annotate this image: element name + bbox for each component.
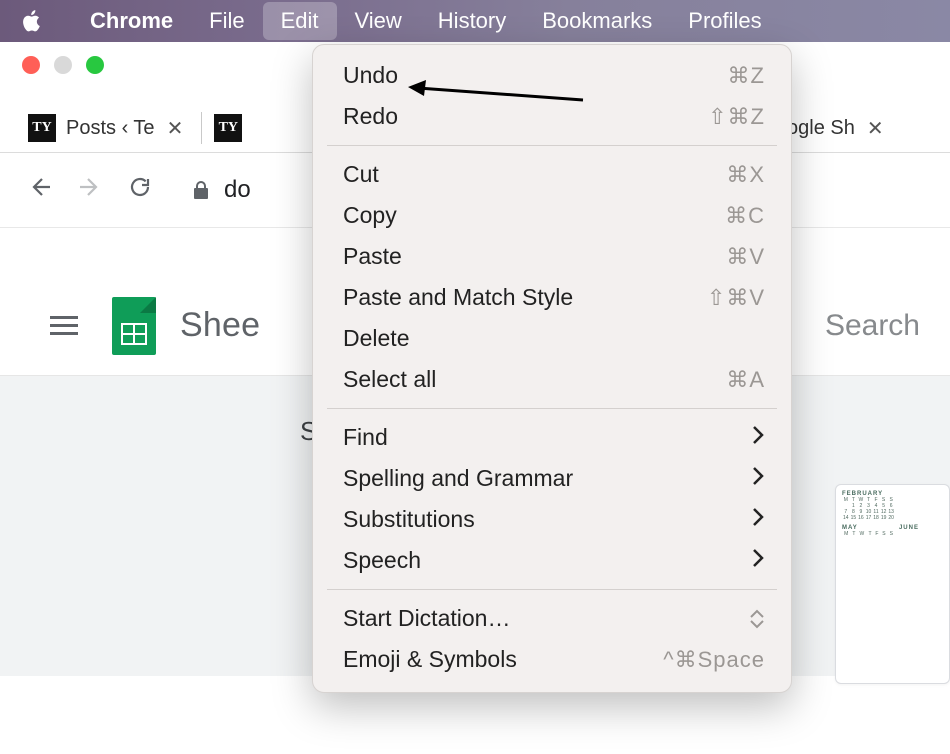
menubar-history[interactable]: History [420,2,524,40]
apple-icon[interactable] [20,8,42,34]
menu-delete[interactable]: Delete [313,318,791,359]
tab-divider [201,112,202,144]
menu-emoji-symbols[interactable]: Emoji & Symbols ^⌘Space [313,639,791,680]
menu-item-label: Undo [343,62,398,89]
menu-item-label: Emoji & Symbols [343,646,517,673]
menu-cut[interactable]: Cut ⌘X [313,154,791,195]
menu-substitutions[interactable]: Substitutions [313,499,791,540]
menu-item-shortcut: ⇧⌘Z [708,104,765,130]
tab-close-icon[interactable]: ✕ [867,116,884,141]
menu-item-shortcut: ⌘X [726,162,765,188]
hamburger-icon[interactable] [50,316,78,335]
menu-item-shortcut: ⌘V [726,244,765,270]
menu-speech[interactable]: Speech [313,540,791,581]
chevron-right-icon [751,506,765,533]
menubar-view[interactable]: View [337,2,420,40]
menubar-edit[interactable]: Edit [263,2,337,40]
menu-select-all[interactable]: Select all ⌘A [313,359,791,400]
menu-item-label: Select all [343,366,436,393]
window-minimize-button[interactable] [54,56,72,74]
menu-paste-match-style[interactable]: Paste and Match Style ⇧⌘V [313,277,791,318]
menu-undo[interactable]: Undo ⌘Z [313,55,791,96]
menu-item-shortcut: ⇧⌘V [707,285,765,311]
menubar-app-name[interactable]: Chrome [72,2,191,40]
sheets-logo-icon[interactable] [112,297,156,355]
menu-start-dictation[interactable]: Start Dictation… [313,598,791,639]
menu-separator [327,408,777,409]
lock-icon [192,180,210,200]
reload-button[interactable] [128,175,152,205]
chevron-right-icon [751,465,765,492]
menu-find[interactable]: Find [313,417,791,458]
menu-item-label: Substitutions [343,506,475,533]
tab-close-icon[interactable]: ✕ [167,116,184,141]
menu-item-label: Cut [343,161,379,188]
forward-button[interactable] [78,175,102,205]
mac-menubar: Chrome File Edit View History Bookmarks … [0,0,950,42]
site-security[interactable]: do [192,176,251,204]
menubar-profiles[interactable]: Profiles [670,2,779,40]
menu-item-label: Paste [343,243,402,270]
menu-item-label: Spelling and Grammar [343,465,573,492]
menubar-bookmarks[interactable]: Bookmarks [524,2,670,40]
edit-dropdown-menu: Undo ⌘Z Redo ⇧⌘Z Cut ⌘X Copy ⌘C Paste ⌘V… [312,44,792,693]
window-close-button[interactable] [22,56,40,74]
search-label[interactable]: Search [825,309,920,343]
window-zoom-button[interactable] [86,56,104,74]
tab-title: Posts ‹ Te [66,117,155,140]
browser-tab-2[interactable]: TY [208,104,254,152]
app-title: Shee [180,306,260,345]
favicon-ty-icon: TY [28,114,56,142]
chevron-right-icon [751,424,765,451]
menu-copy[interactable]: Copy ⌘C [313,195,791,236]
menu-item-shortcut: ⌘C [725,203,765,229]
menu-item-shortcut: ⌘A [726,367,765,393]
menu-item-label: Redo [343,103,398,130]
chevron-right-icon [751,547,765,574]
template-thumbnail[interactable]: FEBRUARY MTWTFSS 123456 78910111213 1415… [835,484,950,684]
menu-item-label: Start Dictation… [343,605,510,632]
menu-item-label: Speech [343,547,421,574]
menu-item-shortcut: ^⌘Space [663,647,765,673]
favicon-ty-icon: TY [214,114,242,142]
menu-item-label: Delete [343,325,409,352]
back-button[interactable] [28,175,52,205]
menu-item-shortcut: ⌘Z [728,63,765,89]
menu-item-label: Find [343,424,388,451]
url-text[interactable]: do [224,176,251,204]
menu-separator [327,145,777,146]
menubar-file[interactable]: File [191,2,262,40]
menu-item-label: Paste and Match Style [343,284,573,311]
menu-item-label: Copy [343,202,397,229]
menu-redo[interactable]: Redo ⇧⌘Z [313,96,791,137]
menu-paste[interactable]: Paste ⌘V [313,236,791,277]
double-chevron-icon [749,609,765,629]
menu-separator [327,589,777,590]
browser-tab-1[interactable]: TY Posts ‹ Te ✕ [22,104,195,152]
menu-spelling-grammar[interactable]: Spelling and Grammar [313,458,791,499]
thumb-month: JUNE [899,525,943,531]
